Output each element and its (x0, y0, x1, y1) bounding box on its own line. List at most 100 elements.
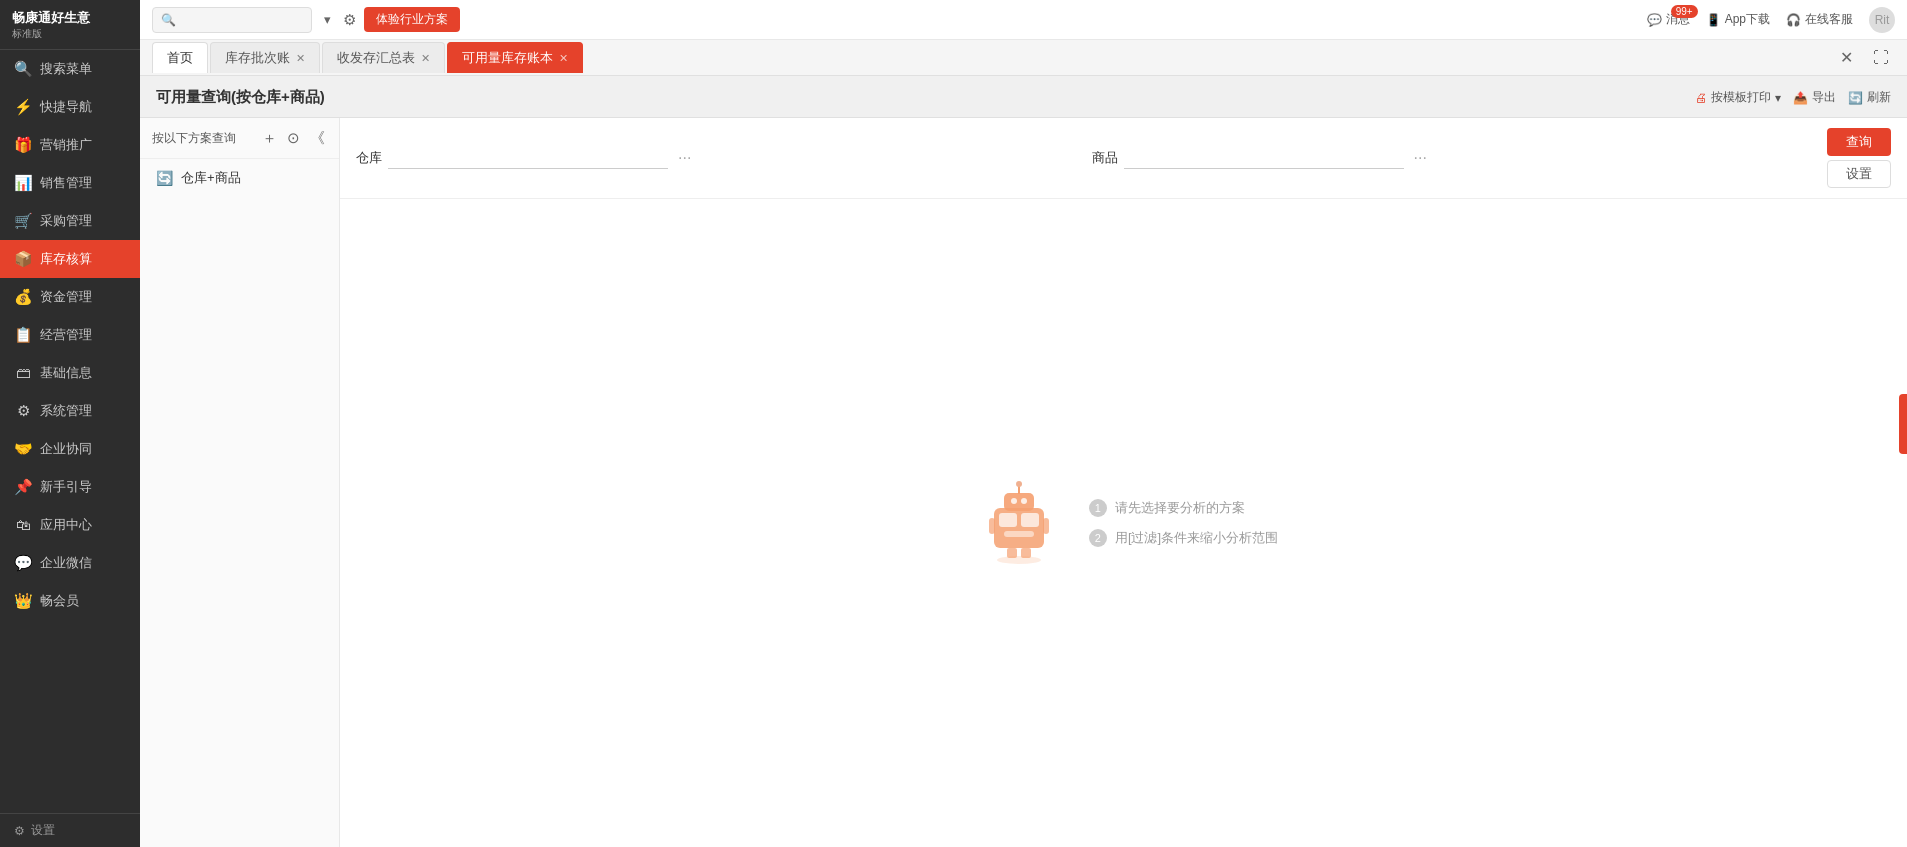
sidebar-item-inventory[interactable]: 📦 库存核算 (0, 240, 140, 278)
tab-summary-close[interactable]: ✕ (421, 52, 430, 65)
tab-actions: ✕ ⛶ (1834, 46, 1895, 69)
inventory-icon: 📦 (14, 250, 32, 268)
sidebar-bottom-label: 设置 (31, 822, 55, 839)
topbar-gear-icon[interactable]: ⚙ (343, 11, 356, 29)
svg-rect-8 (1004, 493, 1034, 511)
scheme-add-btn[interactable]: ＋ (259, 128, 279, 148)
goods-label: 商品 (1092, 149, 1118, 167)
topbar-dropdown[interactable]: ▾ (320, 12, 335, 27)
sidebar-item-weixin[interactable]: 💬 企业微信 (0, 544, 140, 582)
tab-available-label: 可用量库存账本 (462, 49, 553, 67)
sidebar-item-member[interactable]: 👑 畅会员 (0, 582, 140, 620)
sidebar-item-label: 经营管理 (40, 326, 92, 344)
sidebar-item-sales[interactable]: 📊 销售管理 (0, 164, 140, 202)
empty-illustration (969, 473, 1069, 573)
query-btn[interactable]: 查询 (1827, 128, 1891, 156)
industry-btn[interactable]: 体验行业方案 (364, 7, 460, 32)
tab-summary-label: 收发存汇总表 (337, 49, 415, 67)
sidebar-item-label: 系统管理 (40, 402, 92, 420)
newbie-icon: 📌 (14, 478, 32, 496)
refresh-icon: 🔄 (1848, 91, 1863, 105)
system-icon: ⚙ (14, 402, 32, 420)
svg-rect-3 (1004, 531, 1034, 537)
cart-icon: 🛒 (14, 212, 32, 230)
page-header: 可用量查询(按仓库+商品) 🖨 按模板打印 ▾ 📤 导出 🔄 刷新 (140, 76, 1907, 118)
sidebar-item-appstore[interactable]: 🛍 应用中心 (0, 506, 140, 544)
sidebar-item-label: 资金管理 (40, 288, 92, 306)
export-btn[interactable]: 📤 导出 (1793, 89, 1836, 106)
right-edge-strip (1899, 394, 1907, 454)
hint-1-text: 请先选择要分析的方案 (1115, 499, 1245, 517)
scheme-header-actions: ＋ ⊙ 《 (259, 128, 327, 148)
warehouse-label: 仓库 (356, 149, 382, 167)
app-download-btn[interactable]: 📱 App下载 (1706, 11, 1770, 28)
logo-title: 畅康通好生意 (12, 10, 128, 27)
tab-expand-btn[interactable]: ⛶ (1867, 46, 1895, 69)
sidebar-item-shortcut[interactable]: ⚡ 快捷导航 (0, 88, 140, 126)
appstore-icon: 🛍 (14, 516, 32, 533)
scheme-item-warehouse-goods[interactable]: 🔄 仓库+商品 (140, 159, 339, 197)
gift-icon: 🎁 (14, 136, 32, 154)
right-panel: 仓库 ··· 商品 ··· 查询 设置 (340, 118, 1907, 847)
sidebar-item-label: 新手引导 (40, 478, 92, 496)
tab-summary[interactable]: 收发存汇总表 ✕ (322, 42, 445, 73)
sidebar-item-finance[interactable]: 💰 资金管理 (0, 278, 140, 316)
sidebar-item-label: 采购管理 (40, 212, 92, 230)
topbar-search-box[interactable]: 🔍 (152, 7, 312, 33)
message-btn[interactable]: 💬 消息 99+ (1647, 11, 1690, 28)
empty-state: 1 请先选择要分析的方案 2 用[过滤]条件来缩小分析范围 (340, 199, 1907, 847)
enterprise-icon: 🤝 (14, 440, 32, 458)
print-dropdown-icon[interactable]: ▾ (1775, 91, 1781, 105)
sidebar-item-newbie[interactable]: 📌 新手引导 (0, 468, 140, 506)
refresh-label: 刷新 (1867, 89, 1891, 106)
content: 按以下方案查询 ＋ ⊙ 《 🔄 仓库+商品 仓库 ··· (140, 118, 1907, 847)
tabs-bar: 首页 库存批次账 ✕ 收发存汇总表 ✕ 可用量库存账本 ✕ ✕ ⛶ (140, 40, 1907, 76)
sidebar-item-label: 基础信息 (40, 364, 92, 382)
refresh-btn[interactable]: 🔄 刷新 (1848, 89, 1891, 106)
hint-2-text: 用[过滤]条件来缩小分析范围 (1115, 529, 1278, 547)
sidebar-item-label: 搜索菜单 (40, 60, 92, 78)
tab-home[interactable]: 首页 (152, 42, 208, 73)
tab-available[interactable]: 可用量库存账本 ✕ (447, 42, 583, 73)
sidebar-item-operations[interactable]: 📋 经营管理 (0, 316, 140, 354)
warehouse-more-btn[interactable]: ··· (674, 149, 695, 167)
tab-batch-close[interactable]: ✕ (296, 52, 305, 65)
app-download-label: App下载 (1725, 11, 1770, 28)
sidebar-item-label: 库存核算 (40, 250, 92, 268)
settings-btn[interactable]: 设置 (1827, 160, 1891, 188)
tab-available-close[interactable]: ✕ (559, 52, 568, 65)
print-template-btn[interactable]: 🖨 按模板打印 ▾ (1695, 89, 1781, 106)
sidebar-item-purchase[interactable]: 🛒 采购管理 (0, 202, 140, 240)
mobile-icon: 📱 (1706, 13, 1721, 27)
goods-input[interactable] (1124, 147, 1404, 169)
sidebar-item-label: 销售管理 (40, 174, 92, 192)
print-label: 按模板打印 (1711, 89, 1771, 106)
online-service-btn[interactable]: 🎧 在线客服 (1786, 11, 1853, 28)
filter-row: 仓库 ··· 商品 ··· 查询 设置 (340, 118, 1907, 199)
step-2-circle: 2 (1089, 529, 1107, 547)
goods-more-btn[interactable]: ··· (1410, 149, 1431, 167)
logo-badge: 标准版 (12, 27, 128, 41)
svg-point-13 (997, 556, 1041, 564)
shortcut-icon: ⚡ (14, 98, 32, 116)
sidebar-item-system[interactable]: ⚙ 系统管理 (0, 392, 140, 430)
empty-text: 1 请先选择要分析的方案 2 用[过滤]条件来缩小分析范围 (1089, 499, 1278, 547)
filter-warehouse: 仓库 ··· (356, 147, 1072, 169)
sidebar-item-marketing[interactable]: 🎁 营销推广 (0, 126, 140, 164)
tab-batch[interactable]: 库存批次账 ✕ (210, 42, 320, 73)
topbar-right: 💬 消息 99+ 📱 App下载 🎧 在线客服 Rit (1647, 7, 1895, 33)
tab-close-all-btn[interactable]: ✕ (1834, 46, 1859, 69)
scheme-collapse-btn[interactable]: 《 (307, 128, 327, 148)
sidebar-item-enterprise[interactable]: 🤝 企业协同 (0, 430, 140, 468)
sidebar-item-search[interactable]: 🔍 搜索菜单 (0, 50, 140, 88)
user-avatar[interactable]: Rit (1869, 7, 1895, 33)
scheme-settings-btn[interactable]: ⊙ (283, 128, 303, 148)
sidebar-settings[interactable]: ⚙ 设置 (0, 813, 140, 847)
sidebar-item-basic[interactable]: 🗃 基础信息 (0, 354, 140, 392)
scheme-item-label: 仓库+商品 (181, 169, 241, 187)
topbar: 🔍 ▾ ⚙ 体验行业方案 💬 消息 99+ 📱 App下载 🎧 在线客服 Rit (140, 0, 1907, 40)
warehouse-input[interactable] (388, 147, 668, 169)
sidebar-item-label: 畅会员 (40, 592, 79, 610)
sidebar-logo: 畅康通好生意 标准版 (0, 0, 140, 50)
step-1-circle: 1 (1089, 499, 1107, 517)
